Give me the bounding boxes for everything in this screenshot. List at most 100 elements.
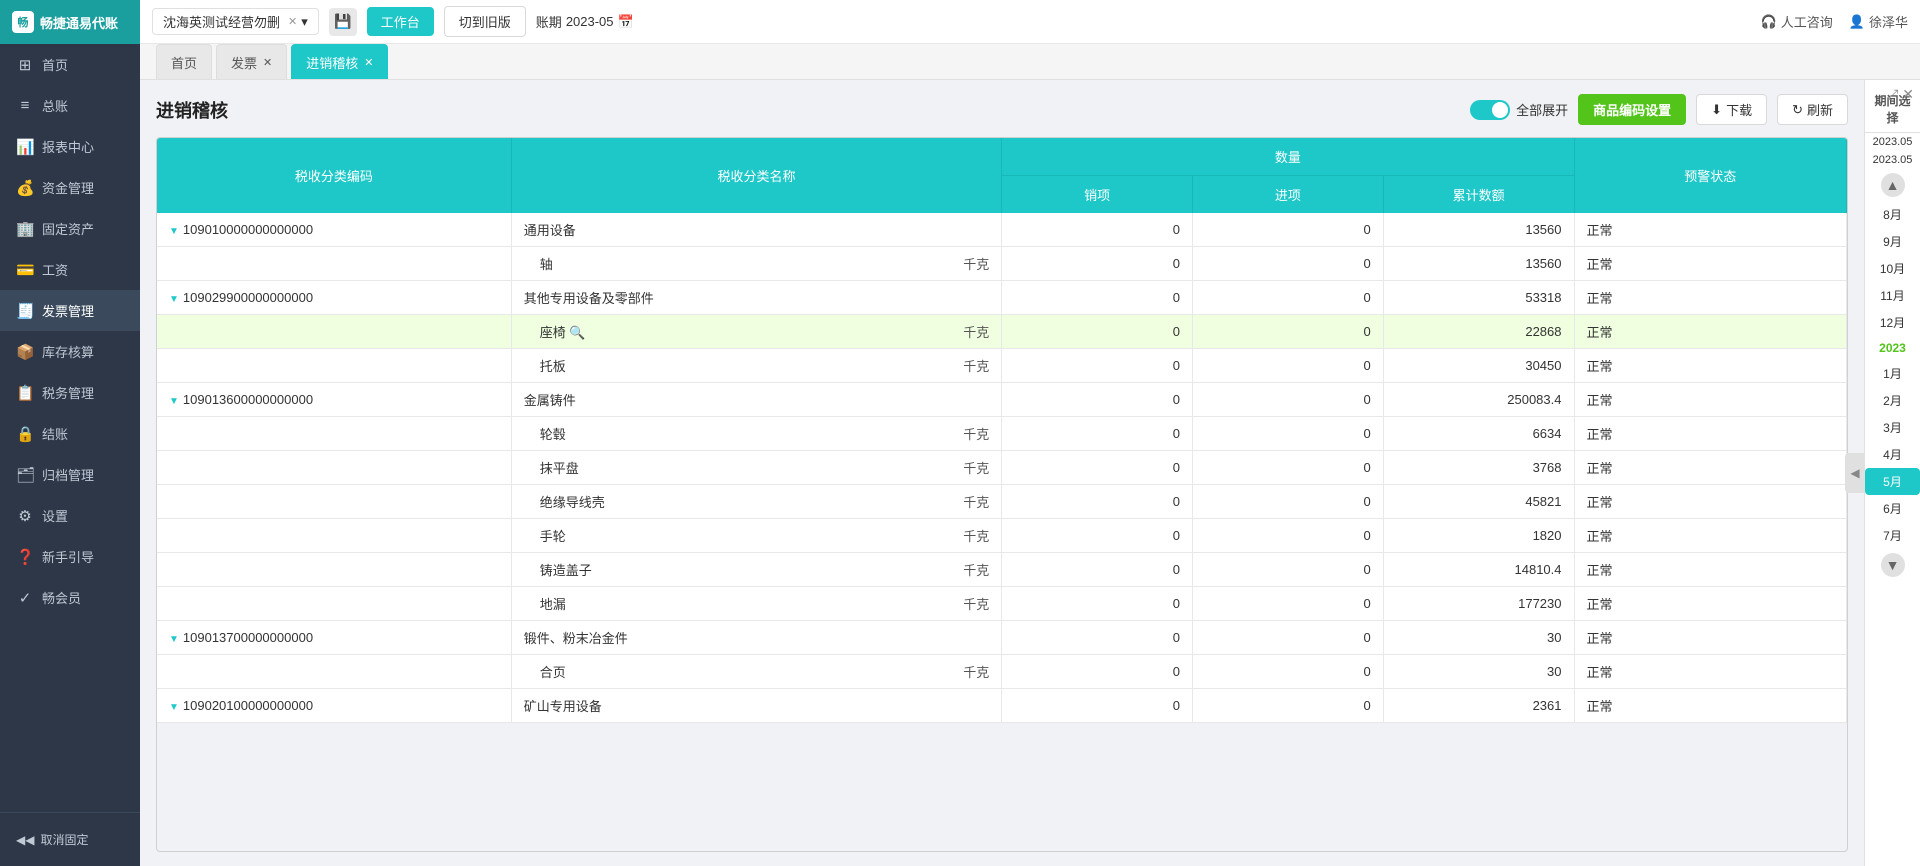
cell-total: 13560 xyxy=(1383,213,1574,247)
calendar-icon[interactable]: 📅 xyxy=(618,14,634,30)
month-4[interactable]: 4月 xyxy=(1865,441,1920,468)
month-7[interactable]: 7月 xyxy=(1865,522,1920,549)
sidebar-item-settings[interactable]: ⚙ 设置 xyxy=(0,495,140,536)
month-10[interactable]: 10月 xyxy=(1865,255,1920,282)
product-code-button[interactable]: 商品编码设置 xyxy=(1578,94,1686,125)
sidebar-item-label: 报表中心 xyxy=(42,137,94,156)
panel-up-arrow[interactable]: ▲ xyxy=(1881,173,1905,197)
cell-unit: 千克 xyxy=(963,526,989,545)
tab-reconcile-close-icon[interactable]: ✕ xyxy=(364,56,373,69)
cell-sales: 0 xyxy=(1002,519,1193,553)
sidebar-item-assets[interactable]: 🏢 固定资产 xyxy=(0,208,140,249)
cell-unit: 千克 xyxy=(963,662,989,681)
child-name: 合页 xyxy=(540,665,566,680)
cell-purchase: 0 xyxy=(1193,451,1384,485)
cell-warning: 正常 xyxy=(1574,383,1847,417)
search-icon[interactable]: 🔍 xyxy=(569,325,585,340)
workspace-button[interactable]: 工作台 xyxy=(367,7,434,36)
funds-icon: 💰 xyxy=(16,179,34,197)
child-name: 铸造盖子 xyxy=(540,563,592,578)
right-panel: ◀ ⤢ ✕ 期间选择 2023.05 2023.05 ▲ 8月 9月 10月 1… xyxy=(1864,80,1920,866)
user-name: 徐泽华 xyxy=(1869,12,1908,31)
company-dropdown-icon[interactable]: ▾ xyxy=(301,14,308,30)
cell-name-unit: 合页 千克 xyxy=(511,655,1002,689)
period-display: 账期 2023-05 📅 xyxy=(536,12,634,31)
tab-invoice-close-icon[interactable]: ✕ xyxy=(263,56,272,69)
group-collapse-icon[interactable]: ▼ xyxy=(169,702,179,713)
expand-panel-icon[interactable]: ⤢ xyxy=(1887,86,1898,103)
group-collapse-icon[interactable]: ▼ xyxy=(169,294,179,305)
cancel-fixed-button[interactable]: ◀◀ 取消固定 xyxy=(0,823,140,856)
table-row: ▼109020100000000000 矿山专用设备 0 0 2361 正常 xyxy=(157,689,1847,723)
cell-sales: 0 xyxy=(1002,451,1193,485)
cell-purchase: 0 xyxy=(1193,383,1384,417)
sidebar-logo: 畅 畅捷通易代账 xyxy=(0,0,140,44)
sidebar-item-archive[interactable]: 🗂 归档管理 xyxy=(0,454,140,495)
tab-home-label: 首页 xyxy=(171,53,197,72)
topbar: 沈海英测试经营勿删 ✕ ▾ 💾 工作台 切到旧版 账期 2023-05 📅 🎧 … xyxy=(140,0,1920,44)
month-2[interactable]: 2月 xyxy=(1865,387,1920,414)
period-value: 2023-05 xyxy=(566,14,614,29)
sidebar-item-close[interactable]: 🔒 结账 xyxy=(0,413,140,454)
cell-code xyxy=(157,315,511,349)
sidebar-item-label: 畅会员 xyxy=(42,588,81,607)
tab-home[interactable]: 首页 xyxy=(156,44,212,79)
cell-code: ▼109013600000000000 xyxy=(157,383,511,417)
guide-icon: ❓ xyxy=(16,548,34,566)
logo-text: 畅捷通易代账 xyxy=(40,13,118,32)
help-button[interactable]: 🎧 人工咨询 xyxy=(1761,12,1833,31)
expand-toggle-wrap: 全部展开 xyxy=(1470,100,1568,120)
refresh-button[interactable]: ↻ 刷新 xyxy=(1777,94,1848,125)
sidebar-item-invoice[interactable]: 🧾 发票管理 xyxy=(0,290,140,331)
cell-code xyxy=(157,519,511,553)
sidebar-item-guide[interactable]: ❓ 新手引导 xyxy=(0,536,140,577)
cell-warning: 正常 xyxy=(1574,417,1847,451)
table-row: 手轮 千克 0 0 1820 正常 xyxy=(157,519,1847,553)
sidebar-item-ledger[interactable]: ≡ 总账 xyxy=(0,85,140,126)
sidebar-item-reports[interactable]: 📊 报表中心 xyxy=(0,126,140,167)
table-row: 抹平盘 千克 0 0 3768 正常 xyxy=(157,451,1847,485)
sidebar-item-funds[interactable]: 💰 资金管理 xyxy=(0,167,140,208)
month-5-current[interactable]: 5月 xyxy=(1865,468,1920,495)
save-icon-button[interactable]: 💾 xyxy=(329,8,357,36)
tab-invoice[interactable]: 发票 ✕ xyxy=(216,44,287,79)
month-9[interactable]: 9月 xyxy=(1865,228,1920,255)
month-12[interactable]: 12月 xyxy=(1865,309,1920,336)
cell-sales: 0 xyxy=(1002,315,1193,349)
month-1[interactable]: 1月 xyxy=(1865,360,1920,387)
cell-sales: 0 xyxy=(1002,655,1193,689)
logo-icon: 畅 xyxy=(12,11,34,33)
panel-down-arrow[interactable]: ▼ xyxy=(1881,553,1905,577)
table-row: 轮毂 千克 0 0 6634 正常 xyxy=(157,417,1847,451)
sidebar-item-stock[interactable]: 📦 库存核算 xyxy=(0,331,140,372)
month-11[interactable]: 11月 xyxy=(1865,282,1920,309)
download-button[interactable]: ⬇ 下载 xyxy=(1696,94,1767,125)
sidebar-item-salary[interactable]: 💳 工资 xyxy=(0,249,140,290)
panel-collapse-toggle[interactable]: ◀ xyxy=(1845,453,1865,493)
sidebar-item-member[interactable]: ✓ 畅会员 xyxy=(0,577,140,618)
sidebar-item-label: 首页 xyxy=(42,55,68,74)
cell-purchase: 0 xyxy=(1193,689,1384,723)
expand-toggle[interactable] xyxy=(1470,100,1510,120)
month-3[interactable]: 3月 xyxy=(1865,414,1920,441)
month-6[interactable]: 6月 xyxy=(1865,495,1920,522)
tax-icon: 📋 xyxy=(16,384,34,402)
group-collapse-icon[interactable]: ▼ xyxy=(169,396,179,407)
sidebar-item-tax[interactable]: 📋 税务管理 xyxy=(0,372,140,413)
tab-reconcile[interactable]: 进销稽核 ✕ xyxy=(291,44,388,79)
cell-warning: 正常 xyxy=(1574,689,1847,723)
sidebar-item-home[interactable]: ⊞ 首页 xyxy=(0,44,140,85)
group-collapse-icon[interactable]: ▼ xyxy=(169,226,179,237)
table-row: ▼109013700000000000 锻件、粉末冶金件 0 0 30 正常 xyxy=(157,621,1847,655)
cell-code: ▼109020100000000000 xyxy=(157,689,511,723)
month-8[interactable]: 8月 xyxy=(1865,201,1920,228)
switch-version-button[interactable]: 切到旧版 xyxy=(444,6,526,37)
close-panel-icon[interactable]: ✕ xyxy=(1902,86,1914,103)
user-menu[interactable]: 👤 徐泽华 xyxy=(1849,12,1908,31)
company-selector[interactable]: 沈海英测试经营勿删 ✕ ▾ xyxy=(152,8,319,35)
cell-code xyxy=(157,655,511,689)
cell-sales: 0 xyxy=(1002,281,1193,315)
group-collapse-icon[interactable]: ▼ xyxy=(169,634,179,645)
cell-total: 30 xyxy=(1383,621,1574,655)
company-delete-icon[interactable]: ✕ xyxy=(288,15,297,28)
